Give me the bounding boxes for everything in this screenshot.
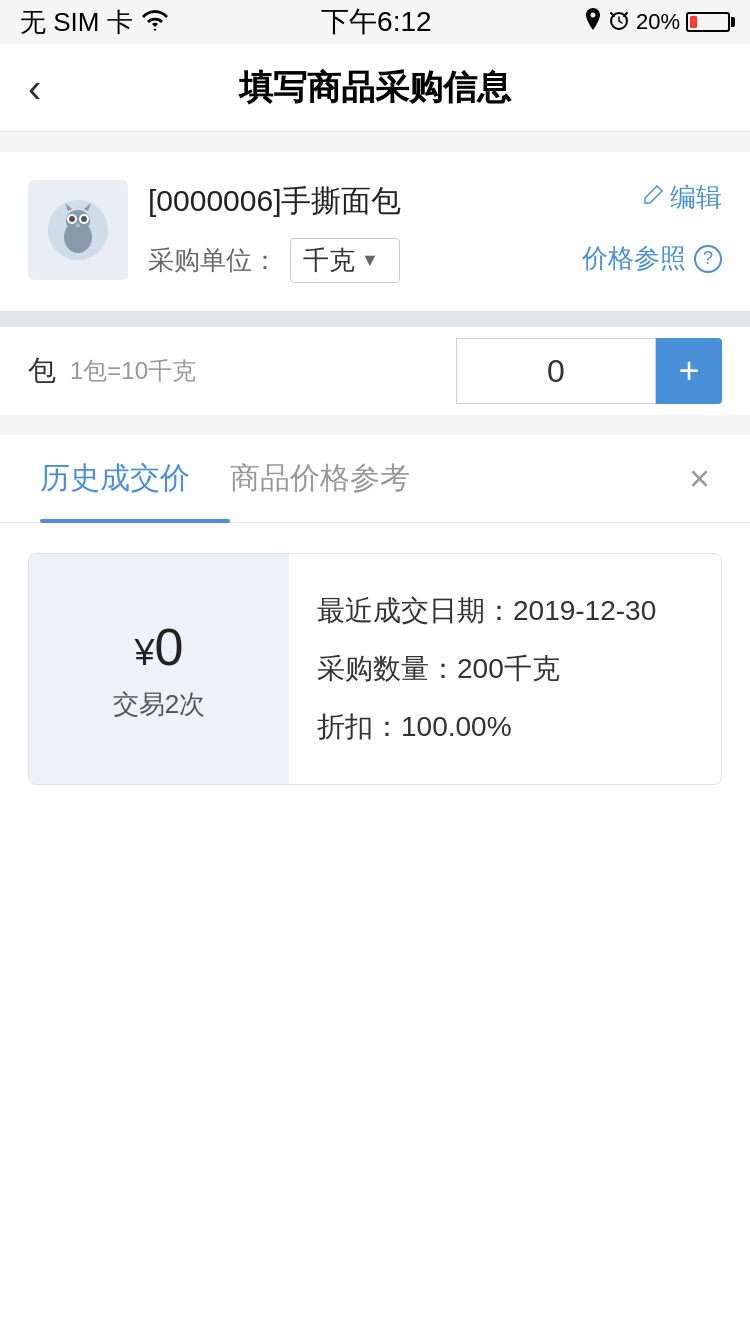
status-time: 下午6:12 [321, 3, 432, 41]
tab-history-price[interactable]: 历史成交价 [40, 435, 230, 523]
location-icon [584, 8, 602, 36]
back-button[interactable]: ‹ [28, 68, 41, 108]
edit-button[interactable]: 编辑 [642, 180, 722, 215]
product-name: [0000006]手撕面包 [148, 180, 401, 222]
product-card: [0000006]手撕面包 采购单位： 千克 ▼ 编辑 价格参照 ? [0, 152, 750, 311]
edit-icon [642, 182, 664, 213]
unit-select[interactable]: 千克 ▼ [290, 238, 400, 283]
nav-bar: ‹ 填写商品采购信息 [0, 44, 750, 132]
quantity-input-group: 0 + [456, 338, 722, 404]
product-logo [43, 195, 113, 265]
history-recent-date: 最近成交日期：2019-12-30 [317, 590, 693, 632]
unit-label: 采购单位： [148, 243, 278, 278]
alarm-icon [608, 8, 630, 36]
svg-point-6 [69, 216, 75, 222]
info-icon: ? [694, 245, 722, 273]
tabs-container: 历史成交价 商品价格参考 [40, 435, 450, 523]
status-bar: 无 SIM 卡 下午6:12 20% [0, 0, 750, 44]
quantity-input[interactable]: 0 [456, 338, 656, 404]
tabs-bar: 历史成交价 商品价格参考 × [0, 435, 750, 523]
history-trades: 交易2次 [113, 687, 205, 722]
history-content: ¥0 交易2次 最近成交日期：2019-12-30 采购数量：200千克 折扣：… [0, 523, 750, 815]
history-qty: 采购数量：200千克 [317, 648, 693, 690]
status-indicators: 20% [584, 8, 730, 36]
bottom-area [0, 815, 750, 1334]
page-title: 填写商品采购信息 [239, 65, 511, 111]
status-carrier: 无 SIM 卡 [20, 5, 169, 40]
wifi-icon [141, 7, 169, 38]
product-image [28, 180, 128, 280]
svg-point-7 [81, 216, 87, 222]
close-button[interactable]: × [689, 461, 710, 497]
price-ref-button[interactable]: 价格参照 ? [582, 241, 722, 276]
qty-plus-button[interactable]: + [656, 338, 722, 404]
history-price-display: ¥0 [135, 617, 184, 677]
battery-percent: 20% [636, 9, 680, 35]
history-card: ¥0 交易2次 最近成交日期：2019-12-30 采购数量：200千克 折扣：… [28, 553, 722, 785]
qty-unit: 包 [28, 352, 56, 390]
quantity-row: 包 1包=10千克 0 + [0, 327, 750, 415]
section-divider [0, 311, 750, 327]
history-details: 最近成交日期：2019-12-30 采购数量：200千克 折扣：100.00% [289, 554, 721, 784]
history-discount: 折扣：100.00% [317, 706, 693, 748]
chevron-down-icon: ▼ [361, 250, 379, 271]
battery-icon [686, 12, 730, 32]
tab-product-price-ref[interactable]: 商品价格参考 [230, 435, 450, 523]
history-price-section: ¥0 交易2次 [29, 554, 289, 784]
qty-conversion: 1包=10千克 [70, 355, 196, 387]
tab-active-indicator [40, 519, 230, 523]
